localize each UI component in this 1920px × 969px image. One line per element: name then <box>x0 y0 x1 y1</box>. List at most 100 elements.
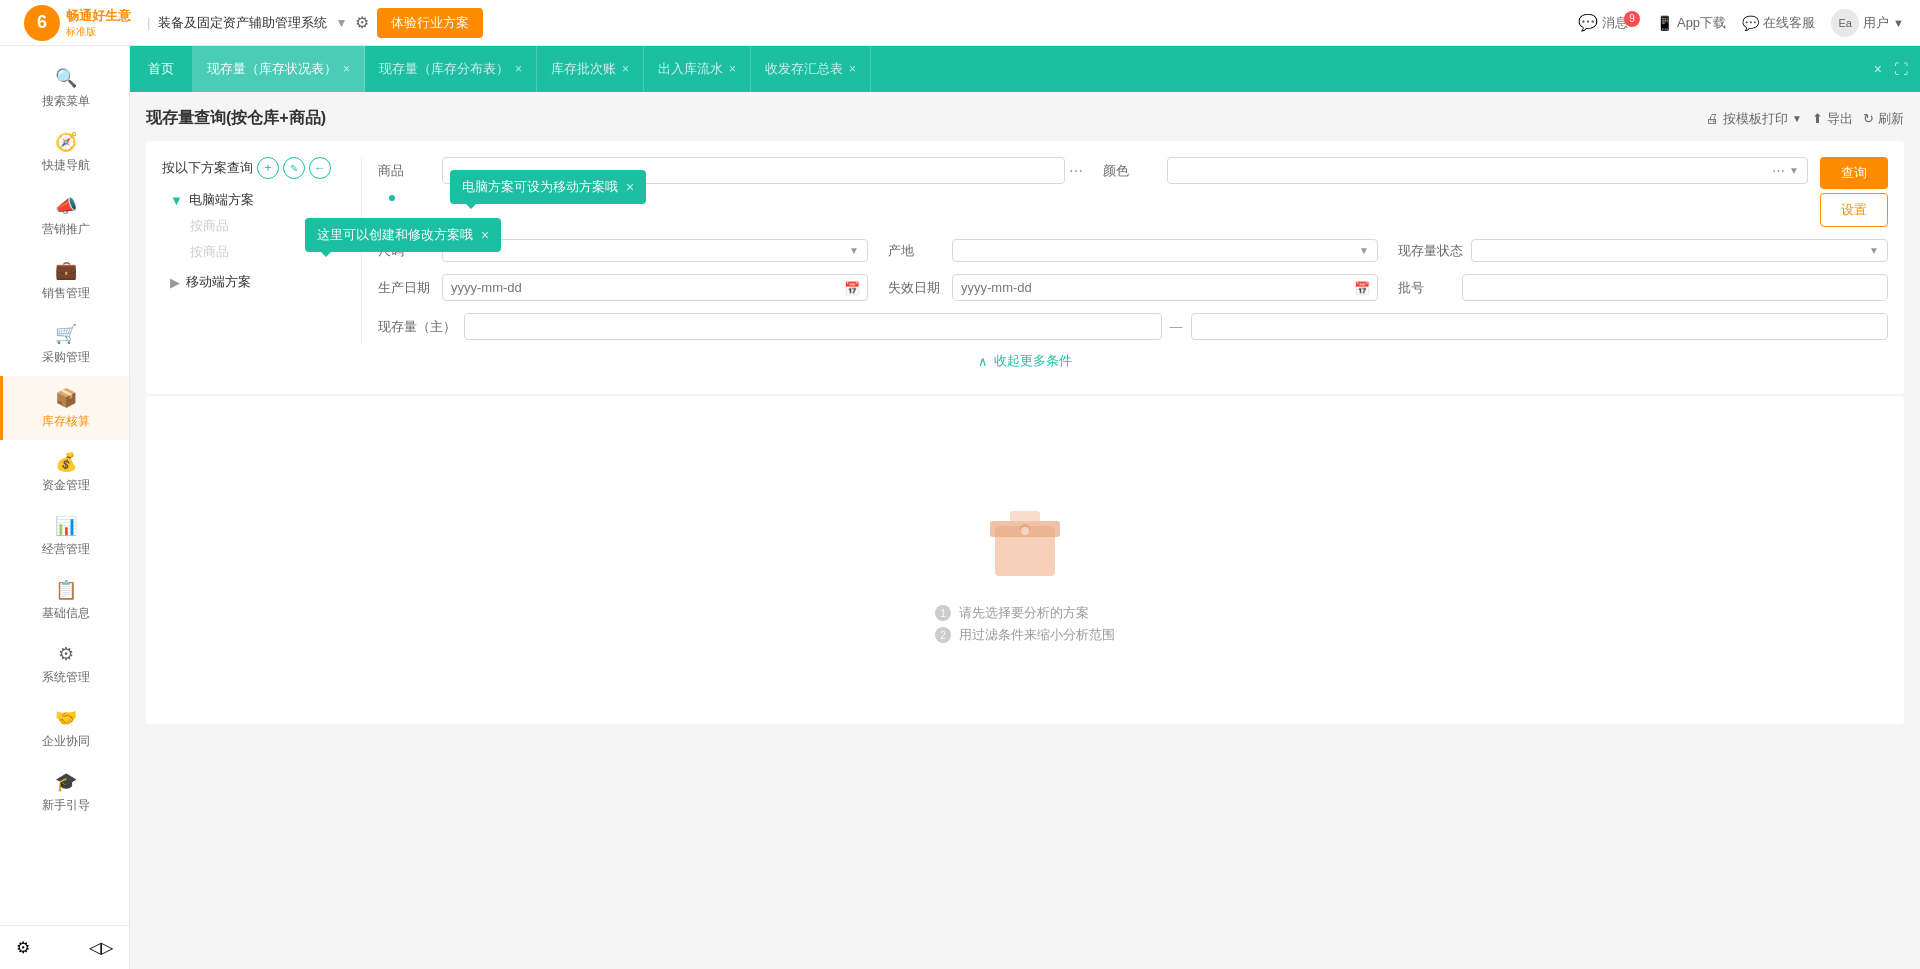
page-header: 现存量查询(按仓库+商品) 🖨 按模板打印 ▼ ⬆ 导出 ↻ <box>146 108 1904 129</box>
tab-close-2[interactable]: × <box>515 62 522 76</box>
mobile-scheme-toggle[interactable]: ▶ 移动端方案 <box>170 269 349 295</box>
inventory-icon: 📦 <box>55 387 77 409</box>
edit-scheme-button[interactable]: ✎ <box>283 157 305 179</box>
filter-label-row: 按以下方案查询 + ✎ ← <box>162 157 349 179</box>
desktop-scheme-arrow: ▼ <box>170 193 183 208</box>
tab-summary[interactable]: 收发存汇总表 × <box>751 46 871 92</box>
sidebar-item-inventory[interactable]: 📦 库存核算 <box>0 376 129 440</box>
tooltip-1-close[interactable]: × <box>626 179 634 195</box>
add-scheme-button[interactable]: + <box>257 157 279 179</box>
logo-sub: 标准版 <box>66 25 131 39</box>
batch-input[interactable] <box>1462 274 1888 301</box>
collapse-sidebar-icon[interactable]: ◁▷ <box>89 938 113 957</box>
reset-button[interactable]: 设置 <box>1820 193 1888 227</box>
filter-area: 按以下方案查询 + ✎ ← ▼ 电脑端方案 <box>146 141 1904 394</box>
tooltip-1-arrow <box>466 204 476 214</box>
filter-batch: 批号 <box>1398 274 1888 301</box>
tooltip-1-wrapper: 电脑方案可设为移动方案哦 × <box>450 170 646 204</box>
message-button[interactable]: 💬 消息 9 <box>1578 13 1640 32</box>
prod-date-calendar-icon[interactable]: 📅 <box>844 280 860 295</box>
svg-rect-3 <box>1010 511 1040 523</box>
product-dots-icon[interactable]: ⋯ <box>1069 163 1083 179</box>
export-icon: ⬆ <box>1812 111 1823 126</box>
stock-main-max-input[interactable] <box>1191 313 1889 340</box>
page-title: 现存量查询(按仓库+商品) <box>146 108 326 129</box>
stock-status-dropdown-icon[interactable]: ▼ <box>1869 245 1879 256</box>
industry-button[interactable]: 体验行业方案 <box>377 8 483 38</box>
tab-inventory-dist[interactable]: 现存量（库存分布表） × <box>365 46 537 92</box>
stock-status-label: 现存量状态 <box>1398 242 1463 260</box>
arrow-scheme-button[interactable]: ← <box>309 157 331 179</box>
page-actions: 🖨 按模板打印 ▼ ⬆ 导出 ↻ 刷新 <box>1706 110 1904 128</box>
tab-inout-flow[interactable]: 出入库流水 × <box>644 46 751 92</box>
color-dots-icon[interactable]: ⋯ <box>1772 163 1785 178</box>
sidebar-item-guide[interactable]: 🧭 快捷导航 <box>0 120 129 184</box>
prod-date-input[interactable] <box>442 274 868 301</box>
tab-home[interactable]: 首页 <box>130 46 193 92</box>
system-title: 装备及固定资产辅助管理系统 <box>158 14 327 32</box>
sidebar-item-search[interactable]: 🔍 搜索菜单 <box>0 56 129 120</box>
sidebar-item-enterprise[interactable]: 🤝 企业协同 <box>0 696 129 760</box>
stock-main-separator: — <box>1170 319 1183 334</box>
sidebar-item-newbie[interactable]: 🎓 新手引导 <box>0 760 129 824</box>
tab-close-4[interactable]: × <box>729 62 736 76</box>
system-dropdown-icon[interactable]: ▼ <box>335 16 347 30</box>
top-bar-right: 💬 消息 9 📱 App下载 💬 在线客服 Ea 用户 ▼ <box>1578 9 1904 37</box>
sidebar-item-purchase[interactable]: 🛒 采购管理 <box>0 312 129 376</box>
avatar: Ea <box>1831 9 1859 37</box>
tab-close-3[interactable]: × <box>622 62 629 76</box>
tab-close-5[interactable]: × <box>849 62 856 76</box>
settings-bottom-icon[interactable]: ⚙ <box>16 938 30 957</box>
collapse-button[interactable]: ∧ 收起更多条件 <box>162 344 1888 378</box>
operation-icon: 📊 <box>55 515 77 537</box>
system-icon: ⚙ <box>58 643 74 665</box>
empty-illustration <box>965 476 1085 596</box>
product-label: 商品 <box>378 162 434 180</box>
exp-date-calendar-icon[interactable]: 📅 <box>1354 280 1370 295</box>
print-dropdown-icon: ▼ <box>1792 113 1802 124</box>
mobile-scheme-group: ▶ 移动端方案 <box>170 269 349 295</box>
tooltip-1: 电脑方案可设为移动方案哦 × <box>450 170 646 204</box>
app-download-button[interactable]: 📱 App下载 <box>1656 14 1726 32</box>
filter-label: 按以下方案查询 <box>162 159 253 177</box>
search-button[interactable]: 查询 <box>1820 157 1888 189</box>
sales-icon: 💼 <box>55 259 77 281</box>
tab-close-1[interactable]: × <box>343 62 350 76</box>
finance-icon: 💰 <box>55 451 77 473</box>
user-menu[interactable]: Ea 用户 ▼ <box>1831 9 1904 37</box>
sidebar-nav: 🔍 搜索菜单 🧭 快捷导航 📣 营销推广 💼 销售管理 🛒 采购管 <box>0 56 129 925</box>
size-dropdown-icon[interactable]: ▼ <box>849 245 859 256</box>
sidebar-bottom: ⚙ ◁▷ <box>0 925 129 969</box>
tab-inventory-batch[interactable]: 库存批次账 × <box>537 46 644 92</box>
color-dropdown-icon[interactable]: ▼ <box>1789 165 1799 176</box>
settings-icon[interactable]: ⚙ <box>355 13 369 32</box>
online-support-button[interactable]: 💬 在线客服 <box>1742 14 1815 32</box>
sidebar-item-sales[interactable]: 💼 销售管理 <box>0 248 129 312</box>
exp-date-input[interactable] <box>952 274 1378 301</box>
desktop-scheme-toggle[interactable]: ▼ 电脑端方案 <box>170 187 349 213</box>
tooltip-2-wrapper: 这里可以创建和修改方案哦 × <box>305 218 501 252</box>
sidebar-item-basic[interactable]: 📋 基础信息 <box>0 568 129 632</box>
basic-icon: 📋 <box>55 579 77 601</box>
tooltip-2-close[interactable]: × <box>481 227 489 243</box>
tab-inventory-status[interactable]: 现存量（库存状况表） × <box>193 46 365 92</box>
export-button[interactable]: ⬆ 导出 <box>1812 110 1853 128</box>
print-button[interactable]: 🖨 按模板打印 ▼ <box>1706 110 1802 128</box>
filter-row-4: 现存量（主） — <box>378 313 1888 340</box>
stock-main-min-input[interactable] <box>464 313 1162 340</box>
refresh-icon: ↻ <box>1863 111 1874 126</box>
enterprise-icon: 🤝 <box>55 707 77 729</box>
tab-bar-fullscreen-icon[interactable]: ⛶ <box>1894 61 1908 77</box>
sidebar: 🔍 搜索菜单 🧭 快捷导航 📣 营销推广 💼 销售管理 🛒 采购管 <box>0 46 130 969</box>
main-layout: 🔍 搜索菜单 🧭 快捷导航 📣 营销推广 💼 销售管理 🛒 采购管 <box>0 46 1920 969</box>
refresh-button[interactable]: ↻ 刷新 <box>1863 110 1904 128</box>
origin-dropdown-icon[interactable]: ▼ <box>1359 245 1369 256</box>
sidebar-item-system[interactable]: ⚙ 系统管理 <box>0 632 129 696</box>
tab-bar-close-icon[interactable]: × <box>1874 61 1882 77</box>
marketing-icon: 📣 <box>55 195 77 217</box>
stock-main-label: 现存量（主） <box>378 318 456 336</box>
filter-stock-status: 现存量状态 ▼ <box>1398 239 1888 262</box>
sidebar-item-operation[interactable]: 📊 经营管理 <box>0 504 129 568</box>
sidebar-item-marketing[interactable]: 📣 营销推广 <box>0 184 129 248</box>
sidebar-item-finance[interactable]: 💰 资金管理 <box>0 440 129 504</box>
